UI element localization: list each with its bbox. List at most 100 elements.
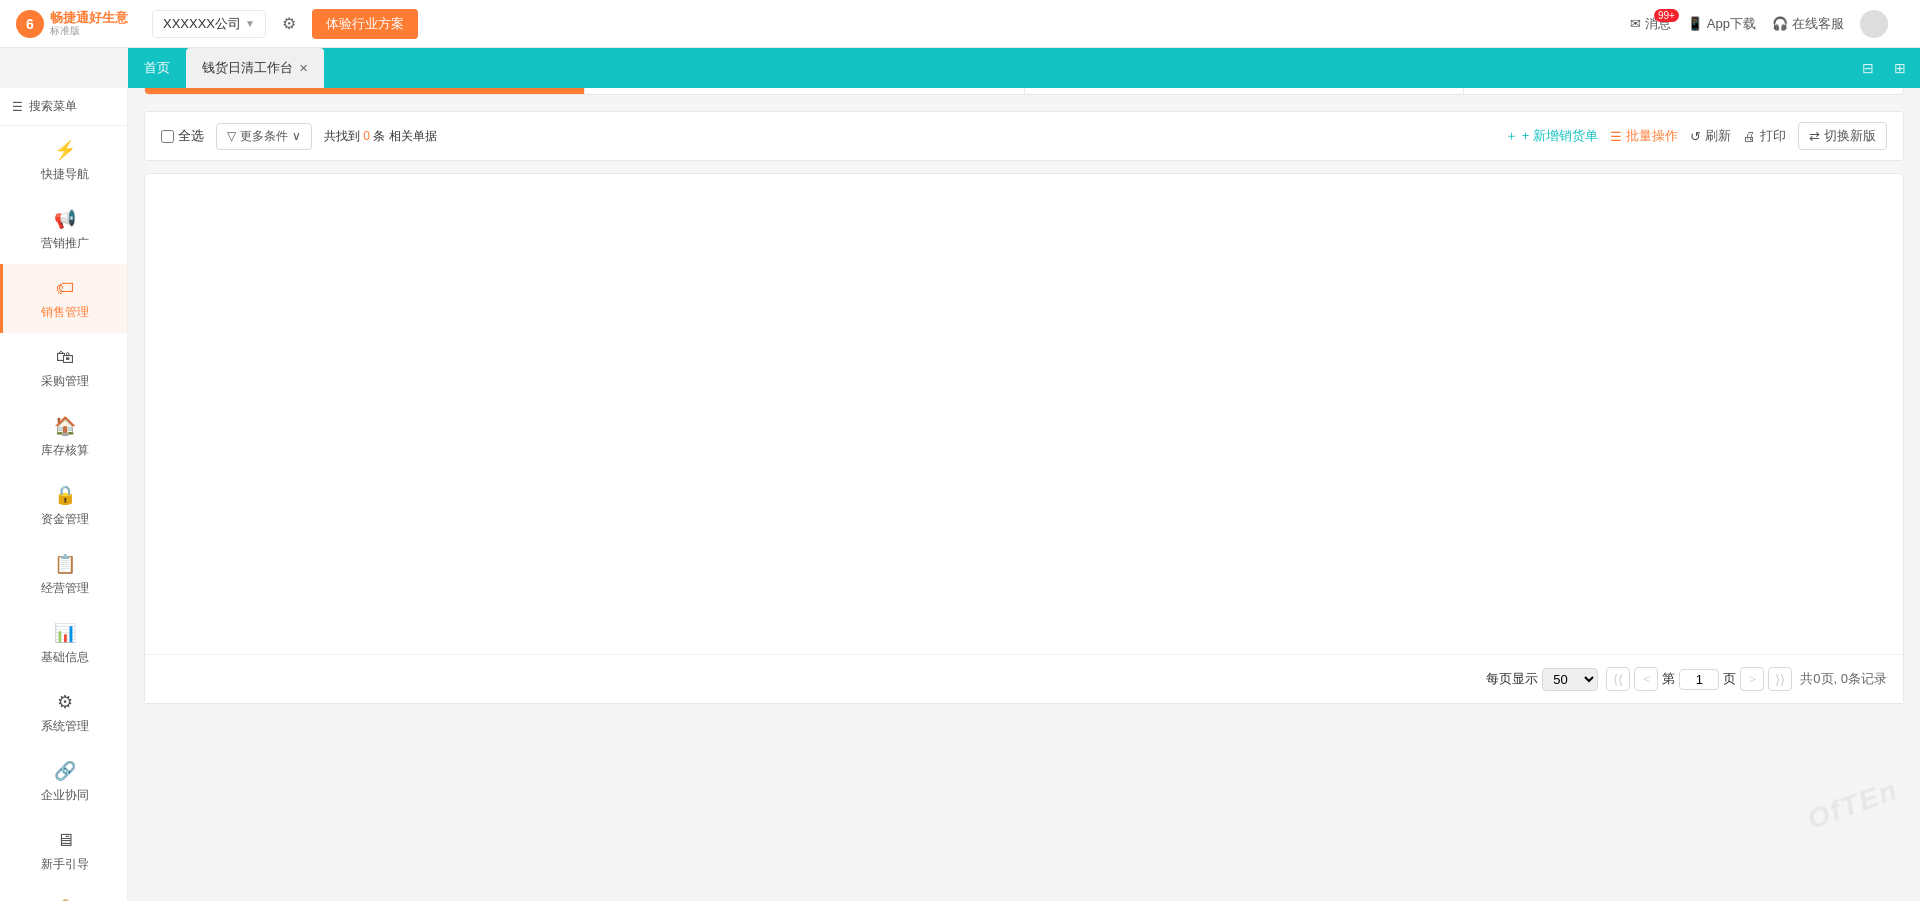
last-page-button[interactable]: ⟩⟩ <box>1768 667 1792 691</box>
refresh-label: 刷新 <box>1705 127 1731 145</box>
table-empty-body <box>145 174 1903 654</box>
toolbar-left: 全选 ▽ 更多条件 ∨ 共找到 0 条 相关单据 <box>161 123 1493 150</box>
header-right: ✉ 消息 99+ 📱 App下载 🎧 在线客服 <box>1630 10 1904 38</box>
purchase-icon: 🛍 <box>53 345 77 369</box>
sidebar-item-label: 库存核算 <box>41 442 89 459</box>
online-service-label: 在线客服 <box>1792 15 1844 33</box>
message-icon: ✉ <box>1630 16 1641 31</box>
select-all-checkbox[interactable]: 全选 <box>161 127 204 145</box>
sidebar-item-sales[interactable]: 🏷 销售管理 <box>0 264 127 333</box>
page-size-select: 每页显示 50 20 100 <box>1486 668 1598 691</box>
more-filter-button[interactable]: ▽ 更多条件 ∨ <box>216 123 312 150</box>
settings-icon: ⚙ <box>282 14 296 33</box>
sidebar-item-purchase[interactable]: 🛍 采购管理 <box>0 333 127 402</box>
table-area: 每页显示 50 20 100 ⟨⟨ ＜ 第 页 ＞ ⟩⟩ 共0页, 0条记录 <box>144 173 1904 704</box>
sidebar-item-inventory[interactable]: 🏠 库存核算 <box>0 402 127 471</box>
trial-button[interactable]: 体验行业方案 <box>312 9 418 39</box>
batch-btn-label: 批量操作 <box>1626 127 1678 145</box>
batch-operation-button[interactable]: ☰ 批量操作 <box>1610 127 1678 145</box>
filter-icon: ▽ <box>227 129 236 143</box>
sidebar-item-label: 企业协同 <box>41 787 89 804</box>
tab-minimize-icon[interactable]: ⊟ <box>1856 56 1880 80</box>
sidebar-item-basic-info[interactable]: 📊 基础信息 <box>0 609 127 678</box>
enterprise-icon: 🔗 <box>53 759 77 783</box>
settings-button[interactable]: ⚙ <box>274 9 304 39</box>
nav-tabs-right: ⊟ ⊞ <box>1856 56 1920 80</box>
sidebar-item-label: 资金管理 <box>41 511 89 528</box>
search-menu[interactable]: ☰ 搜索菜单 <box>0 88 127 126</box>
select-all-input[interactable] <box>161 130 174 143</box>
prev-page-button[interactable]: ＜ <box>1634 667 1658 691</box>
page-input[interactable] <box>1679 669 1719 690</box>
tab-daily-work[interactable]: 钱货日清工作台 ✕ <box>186 48 324 88</box>
marketing-icon: 📢 <box>53 207 77 231</box>
per-page-label: 每页显示 <box>1486 670 1538 688</box>
logo-icon: 6 <box>16 10 44 38</box>
print-icon: 🖨 <box>1743 129 1756 144</box>
sales-icon: 🏷 <box>53 276 77 300</box>
logo-main: 畅捷通好生意 <box>50 10 128 26</box>
quick-nav-icon: ⚡ <box>53 138 77 162</box>
sidebar-item-system[interactable]: ⚙ 系统管理 <box>0 678 127 747</box>
switch-label: 切换新版 <box>1824 127 1876 145</box>
sidebar-item-quick-nav[interactable]: ⚡ 快捷导航 <box>0 126 127 195</box>
refresh-icon: ↺ <box>1690 129 1701 144</box>
switch-icon: ⇄ <box>1809 129 1820 144</box>
basic-info-icon: 📊 <box>53 621 77 645</box>
first-page-button[interactable]: ⟨⟨ <box>1606 667 1630 691</box>
batch-icon: ☰ <box>1610 129 1622 144</box>
sidebar-item-operations[interactable]: 📋 经营管理 <box>0 540 127 609</box>
system-icon: ⚙ <box>53 690 77 714</box>
company-arrow-icon: ▼ <box>245 18 255 29</box>
add-icon: ＋ <box>1505 127 1518 145</box>
tab-close-icon[interactable]: ✕ <box>299 62 308 75</box>
sidebar: ☰ 搜索菜单 ⚡ 快捷导航 📢 营销推广 🏷 销售管理 🛍 采购管理 🏠 库存核… <box>0 88 128 813</box>
next-page-button[interactable]: ＞ <box>1740 667 1764 691</box>
sidebar-item-label: 采购管理 <box>41 373 89 390</box>
select-all-label: 全选 <box>178 127 204 145</box>
sidebar-item-funds[interactable]: 🔒 资金管理 <box>0 471 127 540</box>
add-sales-order-button[interactable]: ＋ + 新增销货单 <box>1505 127 1598 145</box>
service-icon: 🎧 <box>1772 16 1788 31</box>
sidebar-item-label: 系统管理 <box>41 718 89 735</box>
page-suffix: 页 <box>1723 670 1736 688</box>
found-prefix: 共找到 <box>324 129 360 143</box>
search-icon: ☰ <box>12 100 23 114</box>
found-text: 共找到 0 条 相关单据 <box>324 128 437 145</box>
tab-daily-work-label: 钱货日清工作台 <box>202 59 293 77</box>
company-name: XXXXXX公司 <box>163 15 241 33</box>
online-service-button[interactable]: 🎧 在线客服 <box>1772 15 1844 33</box>
header-left: 6 畅捷通好生意 标准版 XXXXXX公司 ▼ ⚙ 体验行业方案 <box>16 9 418 39</box>
logo-text: 畅捷通好生意 标准版 <box>50 10 128 38</box>
messages-button[interactable]: ✉ 消息 99+ <box>1630 15 1671 33</box>
company-selector[interactable]: XXXXXX公司 ▼ <box>152 10 266 38</box>
tab-home[interactable]: 首页 <box>128 48 186 88</box>
toolbar: 全选 ▽ 更多条件 ∨ 共找到 0 条 相关单据 ＋ + 新增销货单 ☰ 批量操… <box>144 111 1904 161</box>
sidebar-item-marketing[interactable]: 📢 营销推广 <box>0 195 127 264</box>
found-num: 0 <box>363 129 370 143</box>
funds-icon: 🔒 <box>53 483 77 507</box>
search-menu-label: 搜索菜单 <box>29 98 77 115</box>
found-suffix: 条 相关单据 <box>373 129 436 143</box>
tab-home-label: 首页 <box>144 59 170 77</box>
app-download-icon: 📱 <box>1687 16 1703 31</box>
filter-arrow-icon: ∨ <box>292 129 301 143</box>
refresh-button[interactable]: ↺ 刷新 <box>1690 127 1731 145</box>
more-filter-label: 更多条件 <box>240 128 288 145</box>
avatar[interactable] <box>1860 10 1888 38</box>
top-header: 6 畅捷通好生意 标准版 XXXXXX公司 ▼ ⚙ 体验行业方案 ✉ 消息 99… <box>0 0 1920 48</box>
page-nav: ⟨⟨ ＜ 第 页 ＞ ⟩⟩ <box>1606 667 1792 691</box>
app-download-button[interactable]: 📱 App下载 <box>1687 15 1756 33</box>
main-content: 2 全部单据 2 到期未收款 0 旺铺待确认 2 到期未收款 已出库 全选 ▽ … <box>128 0 1920 813</box>
inventory-icon: 🏠 <box>53 414 77 438</box>
pagination-bar: 每页显示 50 20 100 ⟨⟨ ＜ 第 页 ＞ ⟩⟩ 共0页, 0条记录 <box>145 654 1903 703</box>
switch-version-button[interactable]: ⇄ 切换新版 <box>1798 122 1887 150</box>
operations-icon: 📋 <box>53 552 77 576</box>
sidebar-item-enterprise[interactable]: 🔗 企业协同 <box>0 747 127 813</box>
tab-maximize-icon[interactable]: ⊞ <box>1888 56 1912 80</box>
print-button[interactable]: 🖨 打印 <box>1743 127 1786 145</box>
per-page-dropdown[interactable]: 50 20 100 <box>1542 668 1598 691</box>
nav-tabs: 首页 钱货日清工作台 ✕ ⊟ ⊞ <box>128 48 1920 88</box>
print-label: 打印 <box>1760 127 1786 145</box>
sidebar-item-label: 销售管理 <box>41 304 89 321</box>
